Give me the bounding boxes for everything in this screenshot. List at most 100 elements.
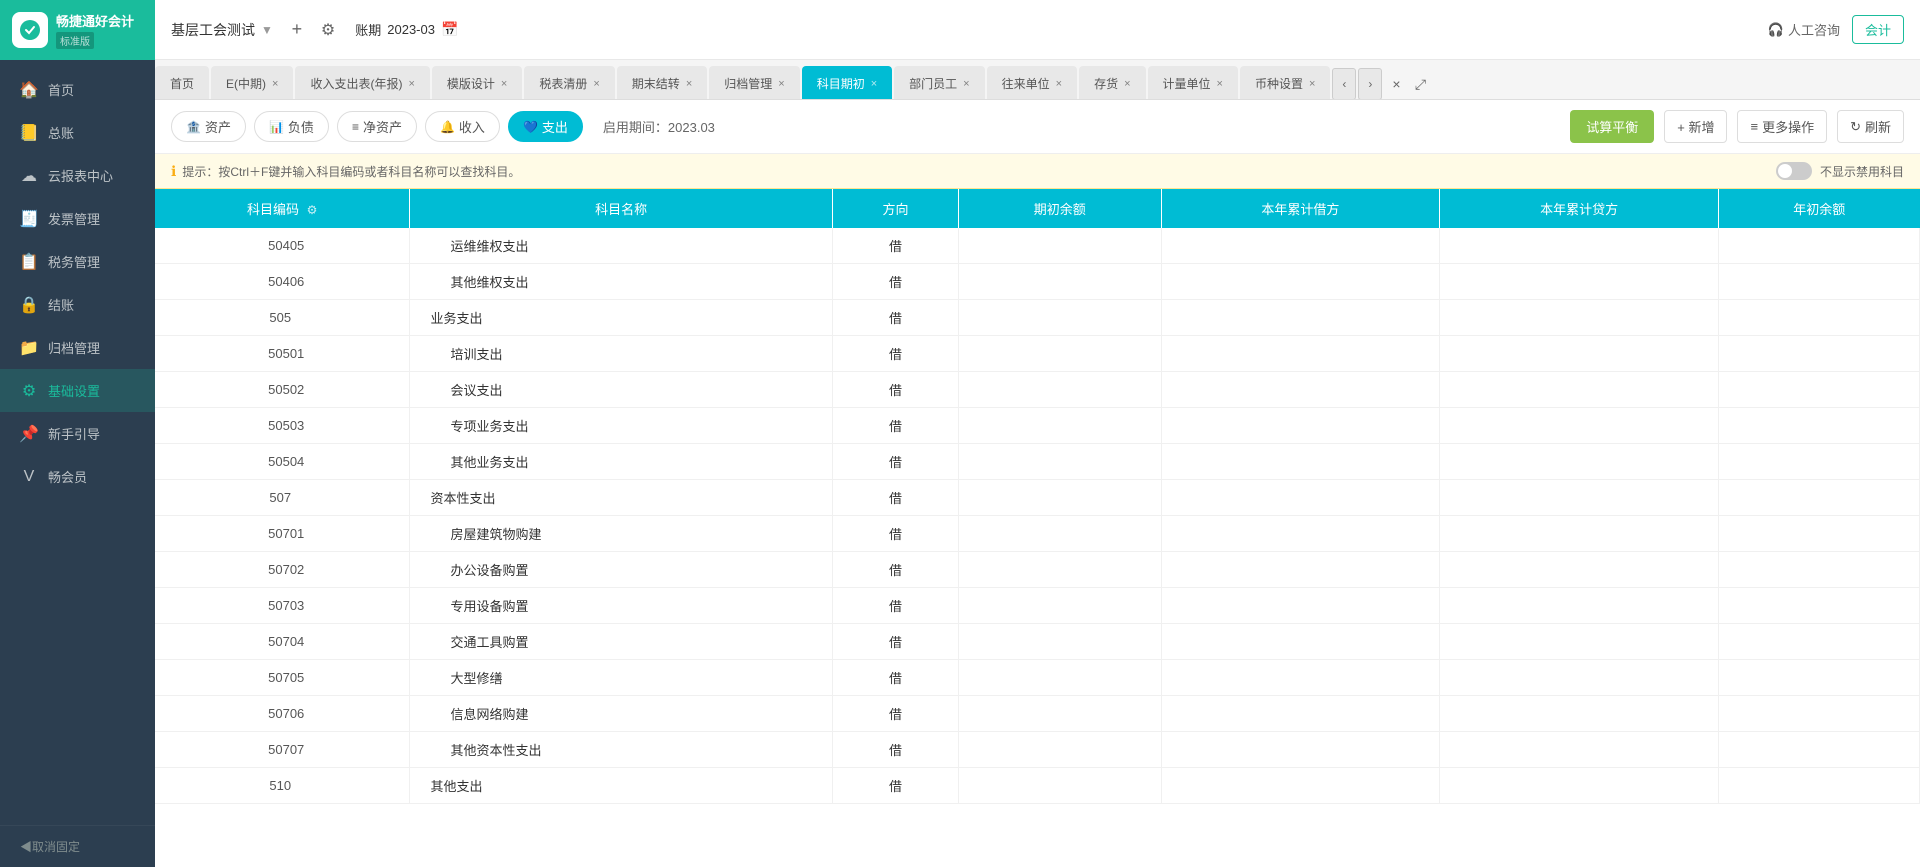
sidebar-label-settings: 基础设置 [48, 381, 100, 400]
table-row[interactable]: 50502 会议支出 借 [155, 372, 1920, 408]
cell-direction-14: 借 [832, 732, 958, 768]
cell-year-opening-5 [1718, 408, 1919, 444]
table-row[interactable]: 50501 培训支出 借 [155, 336, 1920, 372]
cell-ytd-debit-9 [1161, 552, 1440, 588]
cell-code-2: 505 [155, 300, 410, 336]
tab-close-template[interactable]: × [501, 78, 507, 90]
tab-department[interactable]: 部门员工× [894, 66, 984, 100]
tab-subject-init[interactable]: 科目期初× [802, 66, 892, 100]
filter-tab-label-expense: 支出 [542, 117, 568, 136]
add-tab-btn[interactable]: + [285, 18, 309, 42]
sidebar-item-close[interactable]: 🔒 结账 [0, 283, 155, 326]
more-actions-btn[interactable]: ≡ 更多操作 [1737, 110, 1827, 143]
filter-tab-net-assets[interactable]: ≡净资产 [337, 111, 417, 142]
sidebar-item-archive[interactable]: 📁 归档管理 [0, 326, 155, 369]
tab-close-archive[interactable]: × [778, 78, 784, 90]
user-role-btn[interactable]: 会计 [1852, 15, 1904, 44]
close-all-tabs-btn[interactable]: × [1384, 68, 1408, 100]
sidebar-item-vip[interactable]: V 畅会员 [0, 455, 155, 498]
sidebar-item-ledger[interactable]: 📒 总账 [0, 111, 155, 154]
tab-close-period-end[interactable]: × [686, 78, 692, 90]
tab-close-department[interactable]: × [963, 78, 969, 90]
tab-close-tax[interactable]: × [593, 78, 599, 90]
table-row[interactable]: 50703 专用设备购置 借 [155, 588, 1920, 624]
table-row[interactable]: 50705 大型修缮 借 [155, 660, 1920, 696]
calendar-icon[interactable]: 📅 [441, 21, 458, 38]
filter-tab-liability[interactable]: 📊负债 [254, 111, 329, 142]
tab-tax[interactable]: 税表清册× [524, 66, 614, 100]
table-row[interactable]: 50706 信息网络购建 借 [155, 696, 1920, 732]
sidebar-item-home[interactable]: 🏠 首页 [0, 68, 155, 111]
col-settings-icon[interactable]: ⚙ [307, 203, 318, 217]
cell-ytd-credit-9 [1440, 552, 1719, 588]
calculate-btn[interactable]: 试算平衡 [1570, 110, 1654, 143]
filter-tab-income-tab[interactable]: 🔔收入 [425, 111, 500, 142]
tab-close-unit[interactable]: × [1217, 78, 1223, 90]
cell-name-7: 资本性支出 [410, 480, 832, 516]
cell-ytd-debit-14 [1161, 732, 1440, 768]
project-dropdown-icon[interactable]: ▼ [261, 23, 273, 37]
cell-code-1: 50406 [155, 264, 410, 300]
cell-year-opening-2 [1718, 300, 1919, 336]
tab-close-income[interactable]: × [408, 78, 414, 90]
expense-filter-icon: 💙 [523, 120, 538, 134]
table-row[interactable]: 50504 其他业务支出 借 [155, 444, 1920, 480]
expand-tabs-btn[interactable]: ⤢ [1408, 68, 1432, 100]
sidebar-item-guide[interactable]: 📌 新手引导 [0, 412, 155, 455]
cell-code-12: 50705 [155, 660, 410, 696]
sidebar-collapse-btn[interactable]: ◀取消固定 [0, 825, 155, 867]
tab-interim[interactable]: Ε(中期)× [211, 66, 293, 100]
tab-contacts[interactable]: 往来单位× [987, 66, 1077, 100]
table-row[interactable]: 50406 其他维权支出 借 [155, 264, 1920, 300]
cell-opening-14 [959, 732, 1161, 768]
table-row[interactable]: 507 资本性支出 借 [155, 480, 1920, 516]
tab-income[interactable]: 收入支出表(年报)× [295, 66, 429, 100]
project-selector[interactable]: 基层工会测试 ▼ [171, 20, 273, 40]
filter-tab-asset[interactable]: 🏦资产 [171, 111, 246, 142]
tab-label-template: 模版设计 [447, 75, 495, 92]
table-row[interactable]: 50503 专项业务支出 借 [155, 408, 1920, 444]
tab-prev-btn[interactable]: ‹ [1332, 68, 1356, 100]
tab-inventory[interactable]: 存货× [1079, 66, 1145, 100]
cell-code-15: 510 [155, 768, 410, 804]
headset-icon: 🎧 [1768, 22, 1784, 38]
table-row[interactable]: 505 业务支出 借 [155, 300, 1920, 336]
settings-btn[interactable]: ⚙ [321, 20, 335, 40]
tab-close-currency[interactable]: × [1309, 78, 1315, 90]
cell-opening-11 [959, 624, 1161, 660]
sidebar-item-invoice[interactable]: 🧾 发票管理 [0, 197, 155, 240]
table-row[interactable]: 50707 其他资本性支出 借 [155, 732, 1920, 768]
table-row[interactable]: 510 其他支出 借 [155, 768, 1920, 804]
tab-period-end[interactable]: 期末结转× [617, 66, 707, 100]
filter-actions: 试算平衡 + 新增 ≡ 更多操作 ↻ 刷新 [1570, 110, 1904, 143]
cell-direction-13: 借 [832, 696, 958, 732]
tab-template[interactable]: 模版设计 × [432, 66, 522, 100]
tab-close-inventory[interactable]: × [1124, 78, 1130, 90]
cell-year-opening-14 [1718, 732, 1919, 768]
tab-archive[interactable]: 归档管理× [709, 66, 799, 100]
table-container: 科目编码 ⚙科目名称方向期初余额本年累计借方本年累计贷方年初余额 50405 运… [155, 189, 1920, 867]
sidebar-item-tax[interactable]: 📋 税务管理 [0, 240, 155, 283]
table-row[interactable]: 50701 房屋建筑物购建 借 [155, 516, 1920, 552]
table-row[interactable]: 50704 交通工具购置 借 [155, 624, 1920, 660]
cell-direction-11: 借 [832, 624, 958, 660]
tab-close-interim[interactable]: × [272, 78, 278, 90]
cell-direction-12: 借 [832, 660, 958, 696]
cell-opening-0 [959, 228, 1161, 264]
help-btn[interactable]: 🎧 人工咨询 [1768, 20, 1840, 39]
table-row[interactable]: 50702 办公设备购置 借 [155, 552, 1920, 588]
tab-close-subject-init[interactable]: × [871, 78, 877, 90]
tab-home[interactable]: 首页 [155, 66, 209, 100]
toggle-disabled-subjects[interactable] [1776, 162, 1812, 180]
table-row[interactable]: 50405 运维维权支出 借 [155, 228, 1920, 264]
filter-tab-expense[interactable]: 💙 支出 [508, 111, 583, 142]
tab-close-contacts[interactable]: × [1056, 78, 1062, 90]
tab-next-btn[interactable]: › [1358, 68, 1382, 100]
sidebar-item-reports[interactable]: ☁ 云报表中心 [0, 154, 155, 197]
refresh-btn[interactable]: ↻ 刷新 [1837, 110, 1904, 143]
sidebar-item-settings[interactable]: ⚙ 基础设置 [0, 369, 155, 412]
add-record-btn[interactable]: + 新增 [1664, 110, 1727, 143]
tab-currency[interactable]: 币种设置× [1240, 66, 1330, 100]
cell-code-0: 50405 [155, 228, 410, 264]
tab-unit[interactable]: 计量单位× [1148, 66, 1238, 100]
